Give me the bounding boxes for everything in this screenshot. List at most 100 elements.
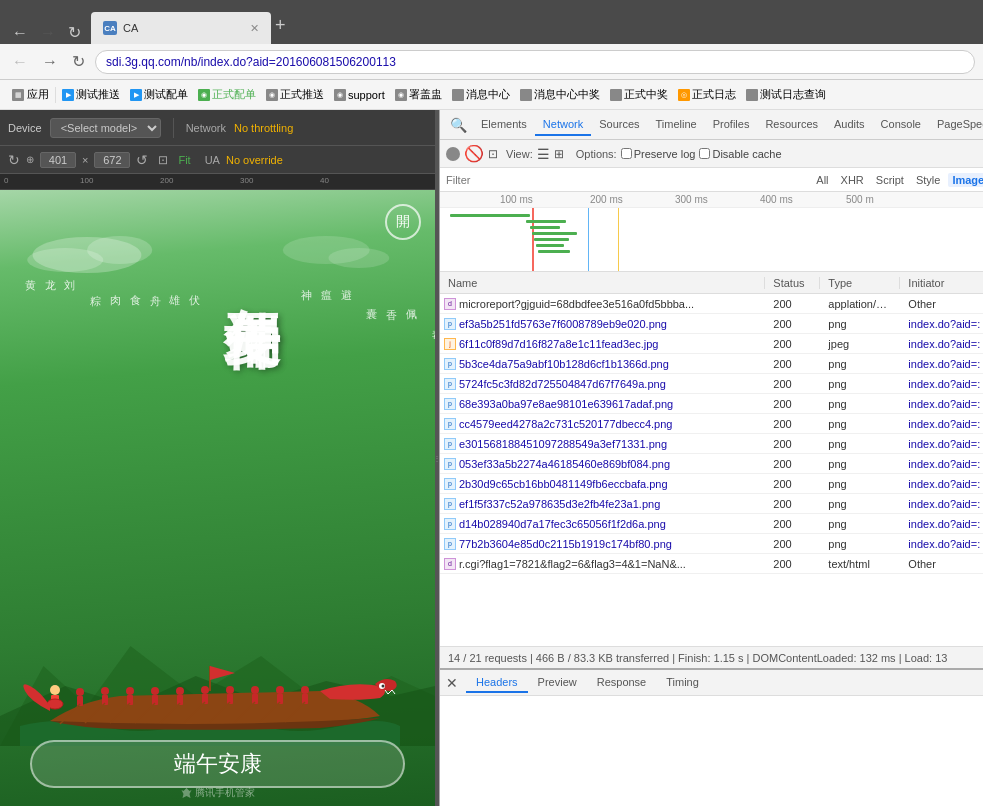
td-status: 200 [765, 418, 820, 430]
bookmark-apps[interactable]: ▦ 应用 [8, 87, 53, 102]
td-initiator: index.do?aid=: [900, 418, 983, 430]
close-panel-button[interactable]: ✕ [446, 675, 458, 691]
view-list-icon[interactable]: ☰ [537, 146, 550, 162]
nav-back-button[interactable]: ← [8, 51, 32, 73]
table-row[interactable]: p 68e393a0ba97e8ae98101e639617adaf.png 2… [440, 394, 983, 414]
devtools-search-icon[interactable]: 🔍 [444, 113, 473, 137]
tab-profiles[interactable]: Profiles [705, 114, 758, 136]
svg-point-21 [226, 686, 234, 694]
apps-icon: ▦ [12, 89, 24, 101]
bottom-festival-button[interactable]: 端午安康 [30, 740, 405, 788]
tl-bar-1 [450, 214, 530, 217]
table-row[interactable]: p ef1f5f337c52a978635d3e2fb4fe23a1.png 2… [440, 494, 983, 514]
bookmark-test-log[interactable]: 测试日志查询 [742, 87, 830, 102]
tab-resources[interactable]: Resources [757, 114, 826, 136]
refresh-icon[interactable]: ↺ [136, 152, 148, 168]
svg-point-8 [382, 685, 385, 688]
tab-audits[interactable]: Audits [826, 114, 873, 136]
devtools-panel: 🔍 Elements Network Sources Timeline Prof… [439, 110, 983, 806]
forward-button[interactable]: → [36, 22, 60, 44]
tab-timeline[interactable]: Timeline [648, 114, 705, 136]
file-icon-png: p [444, 458, 456, 470]
filter-all[interactable]: All [812, 173, 832, 187]
bottom-tab-headers[interactable]: Headers [466, 673, 528, 693]
table-row[interactable]: p 2b30d9c65cb16bb0481149fb6eccbafa.png 2… [440, 474, 983, 494]
table-row[interactable]: p 77b2b3604e85d0c2115b1919c174bf80.png 2… [440, 534, 983, 554]
tab-console[interactable]: Console [873, 114, 929, 136]
disable-cache-checkbox[interactable] [699, 148, 710, 159]
bottom-tab-preview[interactable]: Preview [528, 673, 587, 693]
td-name: j 6f11c0f89d7d16f827a8e1c11fead3ec.jpg [440, 338, 765, 350]
table-row[interactable]: p 053ef33a5b2274a46185460e869bf084.png 2… [440, 454, 983, 474]
table-row-last[interactable]: d r.cgi?flag1=7821&flag2=6&flag3=4&1=NaN… [440, 554, 983, 574]
reload-button[interactable]: ↻ [64, 21, 85, 44]
tab-title: CA [123, 22, 138, 34]
new-tab-button[interactable]: + [275, 15, 286, 44]
nav-reload-button[interactable]: ↻ [68, 50, 89, 73]
tab-sources[interactable]: Sources [591, 114, 647, 136]
bookmark-formal-config[interactable]: ◉ 正式配单 [194, 87, 260, 102]
preserve-log-label[interactable]: Preserve log [621, 148, 696, 160]
network-label: Network [186, 122, 226, 134]
table-row[interactable]: p cc4579eed4278a2c731c520177dbecc4.png 2… [440, 414, 983, 434]
th-type[interactable]: Type [820, 277, 900, 289]
th-status[interactable]: Status [765, 277, 820, 289]
bookmark-msg-prize[interactable]: 消息中心中奖 [516, 87, 604, 102]
view-grid-icon[interactable]: ⊞ [554, 147, 564, 161]
filter-xhr[interactable]: XHR [837, 173, 868, 187]
table-row[interactable]: p d14b028940d7a17fec3c65056f1f2d6a.png 2… [440, 514, 983, 534]
preserve-log-checkbox[interactable] [621, 148, 632, 159]
bottom-tab-response[interactable]: Response [587, 673, 657, 693]
browser-tab[interactable]: CA CA ✕ [91, 12, 271, 44]
record-button[interactable] [446, 147, 460, 161]
bookmark-formal-push[interactable]: ◉ 正式推送 [262, 87, 328, 102]
tab-network[interactable]: Network [535, 114, 591, 136]
table-row[interactable]: j 6f11c0f89d7d16f827a8e1c11fead3ec.jpg 2… [440, 334, 983, 354]
fit-label[interactable]: Fit [178, 154, 190, 166]
bookmark-shuagai[interactable]: ◉ 署盖盅 [391, 87, 446, 102]
bookmark-support[interactable]: ◉ support [330, 89, 389, 101]
expand-icon[interactable]: ⊡ [158, 153, 168, 167]
timeline-ruler: 100 ms 200 ms 300 ms 400 ms 500 m [440, 192, 983, 208]
device-select[interactable]: <Select model> [50, 118, 161, 138]
td-status: 200 [765, 398, 820, 410]
clear-button[interactable]: 🚫 [464, 146, 484, 162]
bookmark-test-config[interactable]: ▶ 测试配单 [126, 87, 192, 102]
disable-cache-label[interactable]: Disable cache [699, 148, 781, 160]
svg-point-4 [328, 248, 389, 268]
device-panel: Device <Select model> Network No throttl… [0, 110, 435, 806]
tab-pagespeed[interactable]: PageSpee [929, 114, 983, 136]
msg-icon [452, 89, 464, 101]
tab-close-icon[interactable]: ✕ [250, 22, 259, 35]
td-initiator: index.do?aid=: [900, 318, 983, 330]
table-row[interactable]: p ef3a5b251fd5763e7f6008789eb9e020.png 2… [440, 314, 983, 334]
filter-images[interactable]: Images [948, 173, 983, 187]
formal-log-icon: ◎ [678, 89, 690, 101]
svg-point-27 [301, 686, 309, 694]
tab-elements[interactable]: Elements [473, 114, 535, 136]
nav-forward-button[interactable]: → [38, 51, 62, 73]
filter-style[interactable]: Style [912, 173, 944, 187]
filter-input[interactable] [446, 174, 808, 186]
th-name[interactable]: Name [440, 277, 765, 289]
table-row[interactable]: p e301568188451097288549a3ef71331.png 20… [440, 434, 983, 454]
td-initiator: index.do?aid=: [900, 358, 983, 370]
bookmark-formal-prize[interactable]: 正式中奖 [606, 87, 672, 102]
back-button[interactable]: ← [8, 22, 32, 44]
bookmark-formal-log[interactable]: ◎ 正式日志 [674, 87, 740, 102]
table-row[interactable]: p 5b3ce4da75a9abf10b128d6cf1b1366d.png 2… [440, 354, 983, 374]
bookmark-test-push[interactable]: ▶ 测试推送 [58, 87, 124, 102]
bookmark-msg-center[interactable]: 消息中心 [448, 87, 514, 102]
filter-icon[interactable]: ⊡ [488, 147, 498, 161]
filter-script[interactable]: Script [872, 173, 908, 187]
table-row[interactable]: p 5724fc5c3fd82d725504847d67f7649a.png 2… [440, 374, 983, 394]
table-row[interactable]: d microreport?gjguid=68dbdfee3e516a0fd5b… [440, 294, 983, 314]
th-initiator[interactable]: Initiator [900, 277, 983, 289]
height-input[interactable] [94, 152, 130, 168]
file-icon-png: p [444, 378, 456, 390]
url-bar[interactable]: sdi.3g.qq.com/nb/index.do?aid=2016060815… [95, 50, 975, 74]
width-input[interactable] [40, 152, 76, 168]
rotate-icon[interactable]: ↻ [8, 152, 20, 168]
open-button[interactable]: 開 [385, 204, 421, 240]
bottom-tab-timing[interactable]: Timing [656, 673, 709, 693]
